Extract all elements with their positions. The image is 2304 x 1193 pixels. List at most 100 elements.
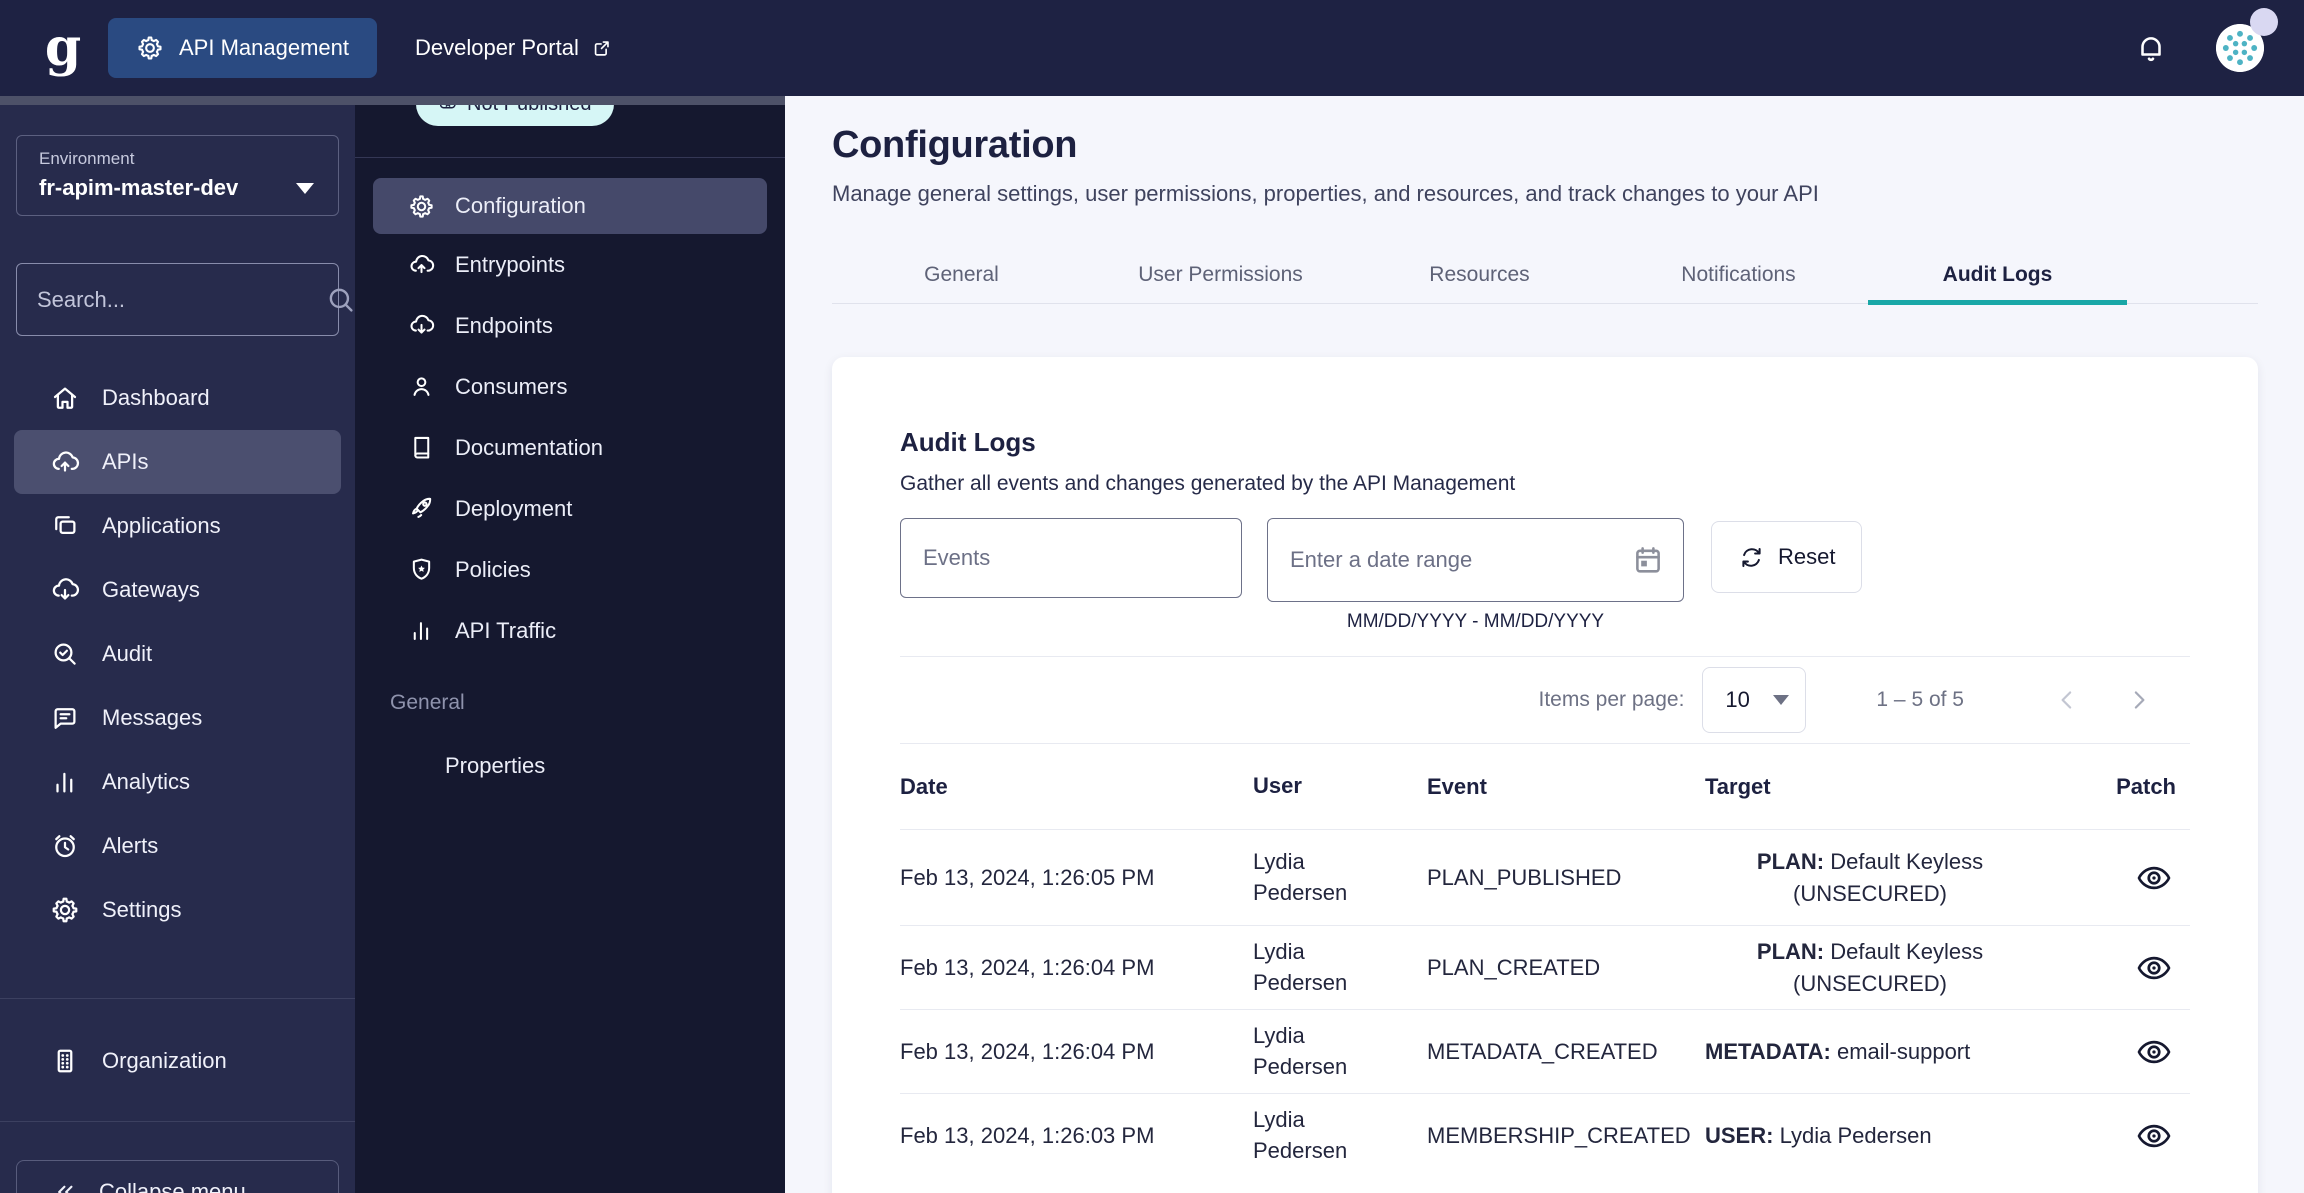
chat-icon bbox=[50, 703, 80, 733]
column-header-event: Event bbox=[1427, 774, 1705, 800]
sidebar-item-label: Messages bbox=[102, 705, 202, 731]
rocket-icon bbox=[408, 495, 435, 522]
calendar-icon[interactable] bbox=[1631, 543, 1665, 577]
sidebar-item-organization[interactable]: Organization bbox=[0, 1029, 355, 1093]
gear-icon bbox=[50, 895, 80, 925]
environment-value: fr-apim-master-dev bbox=[39, 175, 238, 201]
view-patch-button[interactable] bbox=[2134, 1116, 2174, 1156]
cloud-upload-icon bbox=[50, 447, 80, 477]
developer-portal-label: Developer Portal bbox=[415, 35, 579, 61]
cell-user: Lydia Pedersen bbox=[1253, 937, 1427, 999]
api-management-button[interactable]: API Management bbox=[108, 18, 377, 78]
cell-event: MEMBERSHIP_CREATED bbox=[1427, 1123, 1705, 1149]
previous-page-button[interactable] bbox=[2052, 685, 2082, 715]
developer-portal-link[interactable]: Developer Portal bbox=[415, 35, 613, 61]
api-menu-label: Configuration bbox=[455, 193, 586, 219]
refresh-icon bbox=[1738, 544, 1765, 571]
events-filter-input[interactable] bbox=[923, 545, 1203, 571]
cell-date: Feb 13, 2024, 1:26:04 PM bbox=[900, 1039, 1253, 1065]
sidebar-item-analytics[interactable]: Analytics bbox=[0, 750, 355, 814]
events-filter-select[interactable] bbox=[900, 518, 1242, 598]
search-input[interactable] bbox=[37, 287, 325, 313]
cell-target: PLAN: Default Keyless (UNSECURED) bbox=[1705, 846, 2112, 910]
api-menu-policies[interactable]: Policies bbox=[355, 539, 785, 600]
cell-date: Feb 13, 2024, 1:26:04 PM bbox=[900, 955, 1253, 981]
gravitee-logo[interactable]: g bbox=[30, 18, 96, 78]
reset-label: Reset bbox=[1778, 544, 1835, 570]
sidebar-item-label: Audit bbox=[102, 641, 152, 667]
column-header-user: User bbox=[1253, 771, 1427, 802]
tab-resources[interactable]: Resources bbox=[1350, 247, 1609, 303]
bar-chart-icon bbox=[408, 617, 435, 644]
avatar-status-badge bbox=[2250, 8, 2278, 36]
sidebar-item-label: Settings bbox=[102, 897, 182, 923]
sidebar-item-messages[interactable]: Messages bbox=[0, 686, 355, 750]
api-menu-consumers[interactable]: Consumers bbox=[355, 356, 785, 417]
chevron-down-icon bbox=[296, 183, 314, 194]
api-menu-endpoints[interactable]: Endpoints bbox=[355, 295, 785, 356]
external-link-icon bbox=[591, 37, 613, 59]
search-icon[interactable] bbox=[325, 284, 355, 316]
cell-user: Lydia Pedersen bbox=[1253, 1105, 1427, 1167]
column-header-target: Target bbox=[1705, 771, 2112, 803]
api-menu-section-general: General bbox=[390, 691, 785, 715]
sidebar-item-applications[interactable]: Applications bbox=[0, 494, 355, 558]
tab-general[interactable]: General bbox=[832, 247, 1091, 303]
user-avatar[interactable] bbox=[2216, 24, 2264, 72]
api-menu-configuration[interactable]: Configuration bbox=[373, 178, 767, 234]
tab-bar: General User Permissions Resources Notif… bbox=[832, 247, 2258, 304]
sidebar-item-alerts[interactable]: Alerts bbox=[0, 814, 355, 878]
items-per-page-select[interactable]: 10 bbox=[1702, 667, 1806, 733]
cell-event: PLAN_PUBLISHED bbox=[1427, 865, 1705, 891]
tab-user-permissions[interactable]: User Permissions bbox=[1091, 247, 1350, 303]
api-menu-entrypoints[interactable]: Entrypoints bbox=[355, 234, 785, 295]
reset-button[interactable]: Reset bbox=[1711, 521, 1862, 593]
api-sidebar: Not Published Configuration Entrypoints bbox=[355, 96, 785, 1193]
view-patch-button[interactable] bbox=[2134, 948, 2174, 988]
page-range-label: 1 – 5 of 5 bbox=[1876, 688, 1964, 712]
cloud-upload-icon bbox=[408, 251, 435, 278]
gear-icon bbox=[136, 34, 164, 62]
environment-select[interactable]: Environment fr-apim-master-dev bbox=[16, 135, 339, 216]
sidebar-item-audit[interactable]: Audit bbox=[0, 622, 355, 686]
api-management-label: API Management bbox=[179, 35, 349, 61]
api-menu-label: Policies bbox=[455, 557, 531, 583]
sidebar-item-gateways[interactable]: Gateways bbox=[0, 558, 355, 622]
collapse-chevrons-icon bbox=[51, 1178, 79, 1193]
api-menu-api-traffic[interactable]: API Traffic bbox=[355, 600, 785, 661]
cell-target: USER: Lydia Pedersen bbox=[1705, 1120, 2112, 1152]
table-row: Feb 13, 2024, 1:26:04 PM Lydia Pedersen … bbox=[900, 1009, 2190, 1093]
cell-event: PLAN_CREATED bbox=[1427, 955, 1705, 981]
view-patch-button[interactable] bbox=[2134, 1032, 2174, 1072]
audit-logs-card: Audit Logs Gather all events and changes… bbox=[832, 357, 2258, 1193]
api-menu-properties[interactable]: Properties bbox=[355, 735, 785, 796]
api-menu-deployment[interactable]: Deployment bbox=[355, 478, 785, 539]
audit-logs-table: Date User Event Target Patch Feb 13, 202… bbox=[900, 744, 2190, 1177]
sidebar-item-dashboard[interactable]: Dashboard bbox=[0, 366, 355, 430]
date-range-input[interactable] bbox=[1290, 547, 1631, 573]
sidebar-divider bbox=[0, 998, 355, 999]
api-menu-documentation[interactable]: Documentation bbox=[355, 417, 785, 478]
cell-date: Feb 13, 2024, 1:26:05 PM bbox=[900, 865, 1253, 891]
sidebar-divider bbox=[0, 1121, 355, 1122]
notifications-bell-icon[interactable] bbox=[2134, 31, 2168, 65]
api-menu-label: Entrypoints bbox=[455, 252, 565, 278]
sidebar-item-label: Alerts bbox=[102, 833, 158, 859]
card-subtitle: Gather all events and changes generated … bbox=[900, 472, 2190, 496]
next-page-button[interactable] bbox=[2124, 685, 2154, 715]
cell-target: PLAN: Default Keyless (UNSECURED) bbox=[1705, 936, 2112, 1000]
page-subtitle: Manage general settings, user permission… bbox=[832, 181, 2304, 207]
tab-audit-logs[interactable]: Audit Logs bbox=[1868, 247, 2127, 303]
collapse-menu-button[interactable]: Collapse menu bbox=[16, 1160, 339, 1193]
primary-sidebar: Environment fr-apim-master-dev Dashboard bbox=[0, 96, 355, 1193]
api-menu-label: Endpoints bbox=[455, 313, 553, 339]
bar-chart-icon bbox=[50, 767, 80, 797]
sidebar-item-settings[interactable]: Settings bbox=[0, 878, 355, 942]
alarm-clock-icon bbox=[50, 831, 80, 861]
api-menu-label: Documentation bbox=[455, 435, 603, 461]
sidebar-nav: Dashboard APIs Applications bbox=[0, 366, 355, 942]
sidebar-item-apis[interactable]: APIs bbox=[14, 430, 341, 494]
tab-notifications[interactable]: Notifications bbox=[1609, 247, 1868, 303]
home-icon bbox=[50, 383, 80, 413]
view-patch-button[interactable] bbox=[2134, 858, 2174, 898]
